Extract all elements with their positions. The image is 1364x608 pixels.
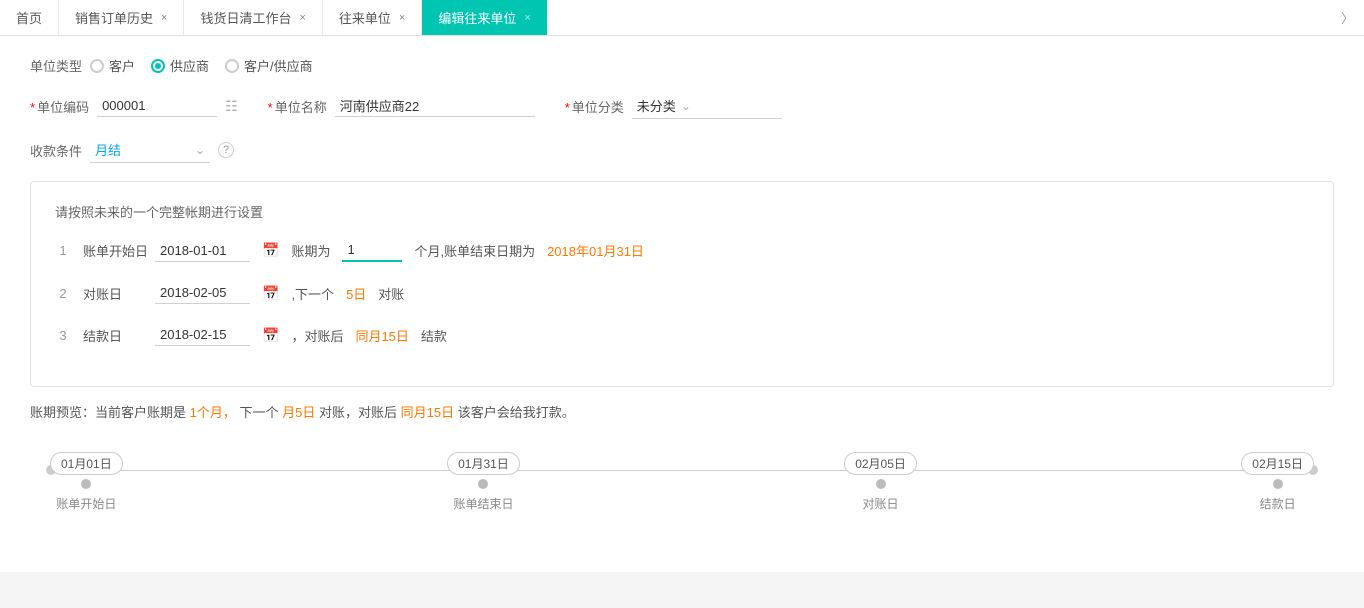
payment-terms-field: 收款条件 月结 ⌄ ? — [30, 137, 234, 163]
timeline-node-4: 02月15日 结款日 — [1241, 452, 1314, 512]
radio-group-unit-type: 客户 供应商 客户/供应商 — [90, 56, 313, 75]
reconcile-prefix: ,下一个 — [291, 284, 334, 303]
copy-icon[interactable]: ☷ — [225, 98, 238, 115]
radio-customer[interactable]: 客户 — [90, 56, 135, 75]
payment-prefix: ，对账后 — [291, 326, 343, 345]
row-label-1: 账单开始日 — [83, 241, 143, 260]
setting-row-2: 2 对账日 📅 ,下一个 5日 对账 — [55, 282, 1309, 304]
tab-close-cash[interactable]: × — [299, 12, 305, 24]
node-dot-1 — [81, 479, 91, 489]
unit-info-row: *单位编码 ☷ *单位名称 *单位分类 未分类 ⌄ — [30, 93, 1334, 119]
node-date-1: 01月01日 — [50, 452, 123, 475]
setting-box: 请按照未来的一个完整帐期进行设置 1 账单开始日 📅 账期为 个月,账单结束日期… — [30, 181, 1334, 387]
reconcile-day-highlight: 5日 — [346, 284, 366, 303]
unit-name-field: *单位名称 — [268, 95, 535, 117]
main-content: 单位类型 客户 供应商 客户/供应商 *单位编码 — [0, 36, 1364, 572]
payment-terms-dropdown[interactable]: 月结 ⌄ — [90, 137, 210, 163]
row-num-1: 1 — [55, 243, 71, 258]
node-dot-2 — [478, 479, 488, 489]
preview-prefix: 账期预览：当前客户账期是 — [30, 405, 186, 420]
payment-terms-arrow-icon: ⌄ — [195, 143, 205, 157]
setting-row-3: 3 结款日 📅 ，对账后 同月15日 结款 — [55, 324, 1309, 346]
timeline-nodes: 01月01日 账单开始日 01月31日 账单结束日 02月05日 对账日 02月… — [50, 452, 1314, 512]
node-dot-4 — [1273, 479, 1283, 489]
node-date-2: 01月31日 — [447, 452, 520, 475]
reconcile-suffix: 对账 — [378, 284, 404, 303]
tab-partners[interactable]: 往来单位 × — [323, 0, 422, 35]
period-label: 账期为 — [291, 241, 330, 260]
row-num-2: 2 — [55, 286, 71, 301]
radio-circle-both — [225, 59, 239, 73]
preview-highlight2: 月5日 — [282, 405, 315, 420]
node-label-2: 账单结束日 — [453, 495, 513, 512]
radio-supplier[interactable]: 供应商 — [151, 56, 209, 75]
radio-circle-supplier — [151, 59, 165, 73]
preview-highlight1: 1个月， — [190, 405, 236, 420]
node-date-4: 02月15日 — [1241, 452, 1314, 475]
unit-code-field: *单位编码 ☷ — [30, 95, 238, 117]
timeline-section: 01月01日 账单开始日 01月31日 账单结束日 02月05日 对账日 02月… — [30, 444, 1334, 552]
tab-more-arrow[interactable]: 〉 — [1331, 0, 1364, 35]
setting-title: 请按照未来的一个完整帐期进行设置 — [55, 202, 1309, 221]
tab-edit-partner[interactable]: 编辑往来单位 × — [422, 0, 547, 35]
timeline-node-1: 01月01日 账单开始日 — [50, 452, 123, 512]
payment-terms-label: 收款条件 — [30, 141, 82, 160]
setting-row-1: 1 账单开始日 📅 账期为 个月,账单结束日期为 2018年01月31日 — [55, 239, 1309, 262]
unit-category-dropdown[interactable]: 未分类 ⌄ — [632, 93, 782, 119]
unit-category-field: *单位分类 未分类 ⌄ — [565, 93, 782, 119]
node-label-3: 对账日 — [863, 495, 899, 512]
calendar-icon-3[interactable]: 📅 — [262, 327, 279, 344]
period-input[interactable] — [342, 239, 402, 262]
payment-terms-row: 收款条件 月结 ⌄ ? — [30, 137, 1334, 163]
tab-close-sales[interactable]: × — [161, 12, 167, 24]
payment-terms-value: 月结 — [95, 140, 190, 159]
node-dot-3 — [876, 479, 886, 489]
preview-suffix: 该客户会给我打款。 — [458, 405, 575, 420]
radio-circle-customer — [90, 59, 104, 73]
period-unit: 个月,账单结束日期为 — [414, 241, 535, 260]
start-date-input[interactable] — [155, 240, 250, 262]
tab-close-edit[interactable]: × — [524, 12, 530, 24]
tab-sales-history[interactable]: 销售订单历史 × — [59, 0, 184, 35]
reconcile-date-input[interactable] — [155, 282, 250, 304]
row-num-3: 3 — [55, 328, 71, 343]
tab-bar: 首页 销售订单历史 × 钱货日清工作台 × 往来单位 × 编辑往来单位 × 〉 — [0, 0, 1364, 36]
tab-home[interactable]: 首页 — [0, 0, 59, 35]
node-label-4: 结款日 — [1260, 495, 1296, 512]
preview-middle2: 对账，对账后 — [319, 405, 397, 420]
unit-category-label: *单位分类 — [565, 97, 624, 116]
payment-suffix: 结款 — [421, 326, 447, 345]
unit-code-input[interactable] — [97, 95, 217, 117]
calendar-icon-2[interactable]: 📅 — [262, 285, 279, 302]
tab-cash-work[interactable]: 钱货日清工作台 × — [184, 0, 322, 35]
preview-middle1: 下一个 — [240, 405, 279, 420]
preview-highlight3: 同月15日 — [401, 405, 454, 420]
help-icon[interactable]: ? — [218, 142, 234, 158]
unit-type-row: 单位类型 客户 供应商 客户/供应商 — [30, 56, 1334, 75]
timeline-node-2: 01月31日 账单结束日 — [447, 452, 520, 512]
row-label-2: 对账日 — [83, 284, 143, 303]
payment-date-input[interactable] — [155, 324, 250, 346]
category-arrow-icon: ⌄ — [681, 99, 691, 113]
end-date-highlight: 2018年01月31日 — [547, 241, 644, 260]
unit-type-label: 单位类型 — [30, 56, 82, 75]
node-date-3: 02月05日 — [844, 452, 917, 475]
row-label-3: 结款日 — [83, 326, 143, 345]
unit-type-field: 单位类型 客户 供应商 客户/供应商 — [30, 56, 313, 75]
calendar-icon-1[interactable]: 📅 — [262, 242, 279, 259]
unit-code-label: *单位编码 — [30, 97, 89, 116]
preview-text: 账期预览：当前客户账期是 1个月， 下一个 月5日 对账，对账后 同月15日 该… — [30, 403, 1334, 424]
payment-day-highlight: 同月15日 — [355, 326, 408, 345]
unit-name-input[interactable] — [335, 95, 535, 117]
unit-name-label: *单位名称 — [268, 97, 327, 116]
timeline-node-3: 02月05日 对账日 — [844, 452, 917, 512]
radio-both[interactable]: 客户/供应商 — [225, 56, 313, 75]
node-label-1: 账单开始日 — [56, 495, 116, 512]
tab-close-partners[interactable]: × — [399, 12, 405, 24]
